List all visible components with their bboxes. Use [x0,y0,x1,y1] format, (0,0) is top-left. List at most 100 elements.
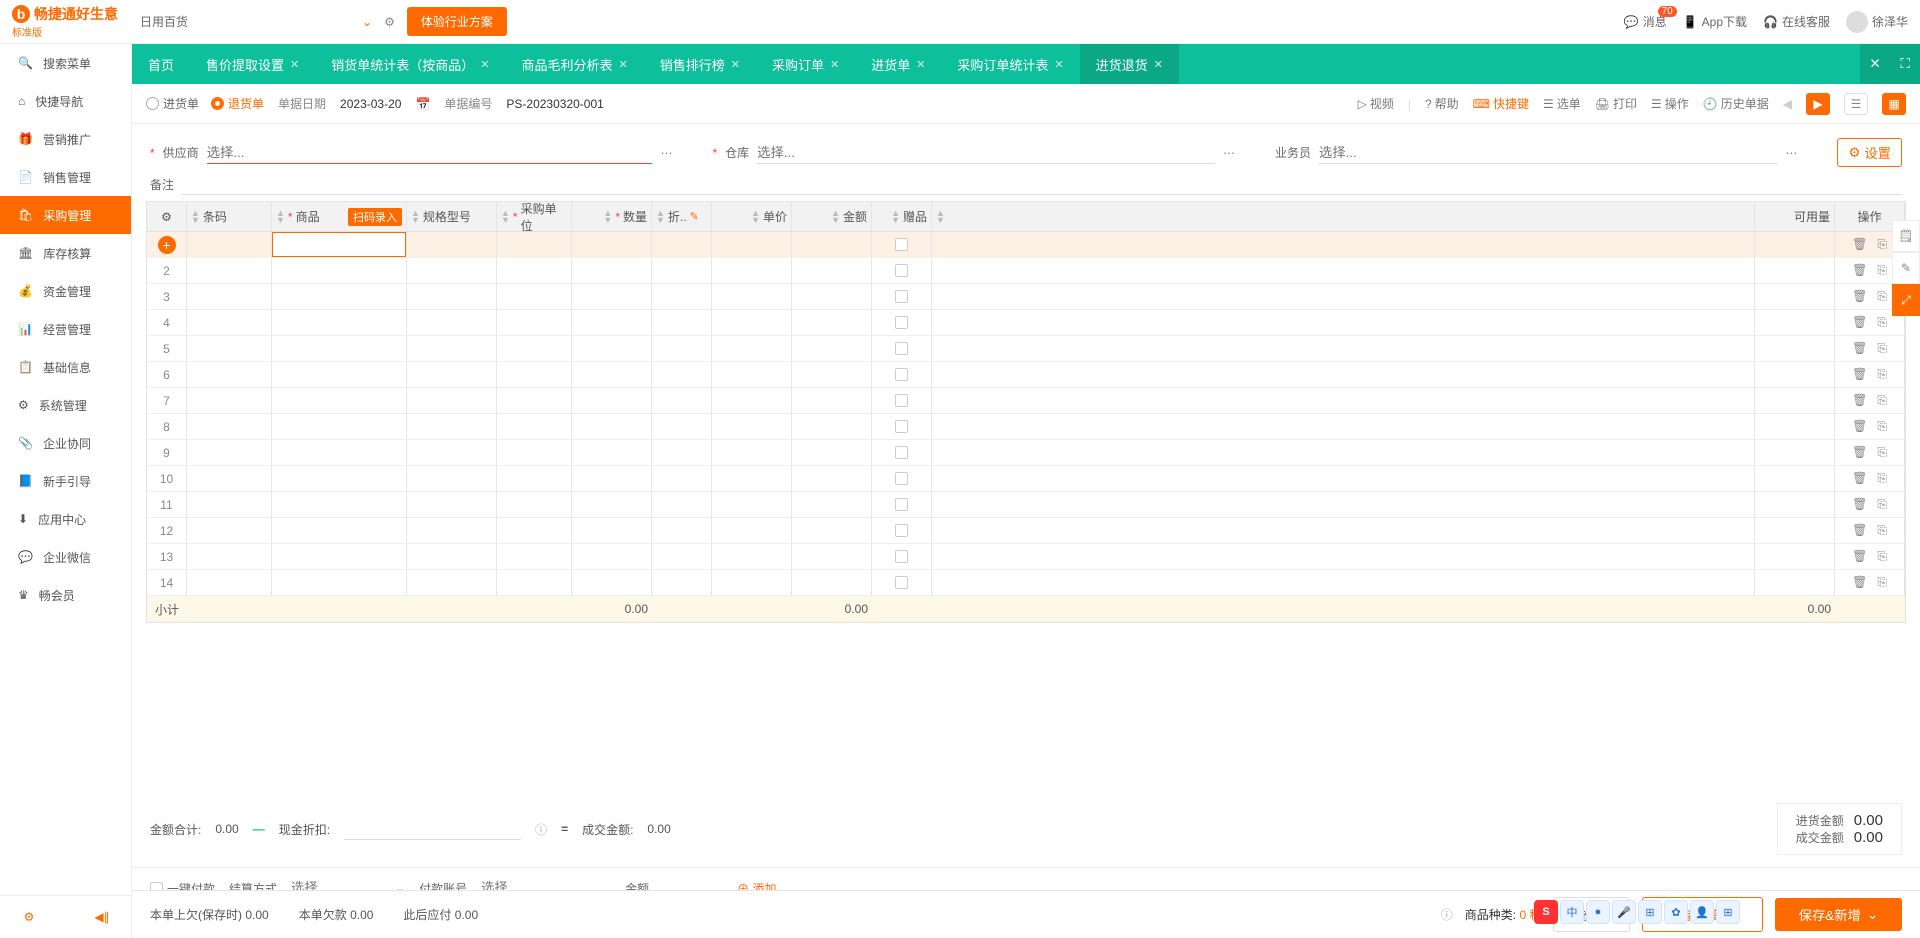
nav-prev-icon[interactable]: ◀ [1783,97,1792,111]
table-row[interactable]: 12🗑⎘ [147,518,1905,544]
gift-checkbox[interactable] [895,446,908,459]
col-spec[interactable]: 规格型号 [423,208,471,225]
category-select[interactable]: 日用百货 ⌄ [140,13,372,30]
radio-purchase-in[interactable]: 进货单 [146,95,199,112]
clerk-lookup-icon[interactable]: ⋯ [1785,146,1797,160]
tab-7[interactable]: 采购订单统计表✕ [941,44,1079,84]
settings-button[interactable]: ⚙设置 [1837,138,1902,167]
copy-icon[interactable]: ⎘ [1877,549,1887,564]
close-icon[interactable]: ✕ [480,58,489,71]
delete-icon[interactable]: 🗑 [1852,289,1867,304]
gift-checkbox[interactable] [895,368,908,381]
delete-icon[interactable]: 🗑 [1852,341,1867,356]
delete-icon[interactable]: 🗑 [1852,445,1867,460]
table-row[interactable]: 10🗑⎘ [147,466,1905,492]
clerk-input[interactable] [1319,142,1777,164]
delete-icon[interactable]: 🗑 [1852,549,1867,564]
table-row[interactable]: 2🗑⎘ [147,258,1905,284]
supplier-input[interactable] [207,142,653,164]
col-product[interactable]: 商品 [296,208,320,225]
copy-icon[interactable]: ⎘ [1877,445,1887,460]
tab-6[interactable]: 进货单✕ [855,44,941,84]
remark-input[interactable] [182,173,1902,195]
col-barcode[interactable]: 条码 [203,208,227,225]
table-row[interactable]: 14🗑⎘ [147,570,1905,596]
copy-icon[interactable]: ⎘ [1877,523,1887,538]
cash-discount-input[interactable] [344,818,521,840]
app-download-link[interactable]: 📱App下载 [1683,13,1747,30]
delete-icon[interactable]: 🗑 [1852,263,1867,278]
radio-return[interactable]: 退货单 [211,95,264,112]
sidebar-item-10[interactable]: 📎企业协同 [0,424,131,462]
supplier-lookup-icon[interactable]: ⋯ [660,146,672,160]
sidebar-item-5[interactable]: 🏛库存核算 [0,234,131,272]
col-unit[interactable]: 采购单位 [521,201,567,234]
table-row[interactable]: 9🗑⎘ [147,440,1905,466]
table-row[interactable]: 3🗑⎘ [147,284,1905,310]
delete-icon[interactable]: 🗑 [1852,367,1867,382]
gift-checkbox[interactable] [895,394,908,407]
sidebar-item-4[interactable]: 🛍采购管理 [0,196,131,234]
table-row[interactable]: 6🗑⎘ [147,362,1905,388]
view-grid-icon[interactable]: ▦ [1882,93,1906,115]
gift-checkbox[interactable] [895,550,908,563]
tab-0[interactable]: 首页 [132,44,190,84]
print-link[interactable]: 🖨 打印 [1595,95,1637,112]
gear-icon[interactable]: ⚙ [384,15,395,29]
tab-8[interactable]: 进货退货✕ [1080,44,1179,84]
gift-checkbox[interactable] [895,576,908,589]
gift-checkbox[interactable] [895,264,908,277]
close-icon[interactable]: ✕ [916,58,925,71]
sidebar-item-2[interactable]: 🎁营销推广 [0,120,131,158]
copy-icon[interactable]: ⎘ [1877,575,1887,590]
copy-icon[interactable]: ⎘ [1877,497,1887,512]
tab-3[interactable]: 商品毛利分析表✕ [505,44,643,84]
pencil-icon[interactable]: ✎ [1892,252,1920,284]
delete-icon[interactable]: 🗑 [1852,497,1867,512]
table-row[interactable]: 13🗑⎘ [147,544,1905,570]
tab-2[interactable]: 销货单统计表（按商品）✕ [315,44,505,84]
ops-link[interactable]: ☰ 操作 [1651,95,1689,112]
close-icon[interactable]: ✕ [290,58,299,71]
sidebar-item-12[interactable]: ⬇应用中心 [0,500,131,538]
help-icon[interactable]: ⓘ [535,821,547,838]
shortcut-link[interactable]: ⌨快捷键 [1473,95,1529,112]
tab-4[interactable]: 销售排行榜✕ [644,44,756,84]
warehouse-lookup-icon[interactable]: ⋯ [1223,146,1235,160]
expand-panel-icon[interactable]: ⤢ [1892,284,1920,316]
sidebar-item-7[interactable]: 📊经营管理 [0,310,131,348]
fullscreen-button[interactable]: ⛶ [1890,44,1920,84]
sidebar-item-3[interactable]: 📄销售管理 [0,158,131,196]
delete-icon[interactable]: 🗑 [1852,575,1867,590]
gift-checkbox[interactable] [895,420,908,433]
col-discount[interactable]: 折.. [668,208,687,225]
table-row[interactable]: 11🗑⎘ [147,492,1905,518]
sidebar-item-11[interactable]: 📘新手引导 [0,462,131,500]
sidebar-item-14[interactable]: ♛畅会员 [0,576,131,614]
copy-icon[interactable]: ⎘ [1877,289,1887,304]
table-row[interactable]: 8🗑⎘ [147,414,1905,440]
messages-link[interactable]: 💬消息 70 [1624,13,1667,30]
gift-checkbox[interactable] [895,290,908,303]
close-icon[interactable]: ✕ [1054,58,1063,71]
tab-1[interactable]: 售价提取设置✕ [190,44,315,84]
view-list-icon[interactable]: ☰ [1844,93,1868,115]
gift-checkbox[interactable] [895,498,908,511]
save-and-new-button[interactable]: 保存&新增 ⌄ [1775,898,1902,931]
col-gift[interactable]: 赠品 [903,208,927,225]
delete-icon[interactable]: 🗑 [1852,393,1867,408]
copy-icon[interactable]: ⎘ [1877,367,1887,382]
sidebar-item-0[interactable]: 🔍搜索菜单 [0,44,131,82]
note-icon[interactable]: 🗒 [1892,220,1920,252]
select-order-link[interactable]: ☰ 选单 [1543,95,1581,112]
add-row-icon[interactable]: + [158,236,176,254]
copy-icon[interactable]: ⎘ [1877,419,1887,434]
gift-checkbox[interactable] [895,472,908,485]
gift-checkbox[interactable] [895,316,908,329]
close-icon[interactable]: ✕ [619,58,628,71]
calendar-icon[interactable]: 📅 [415,97,430,111]
copy-icon[interactable]: ⎘ [1877,237,1887,252]
experience-button[interactable]: 体验行业方案 [407,7,507,36]
table-row[interactable]: +🗑⎘ [147,232,1905,258]
delete-icon[interactable]: 🗑 [1852,471,1867,486]
